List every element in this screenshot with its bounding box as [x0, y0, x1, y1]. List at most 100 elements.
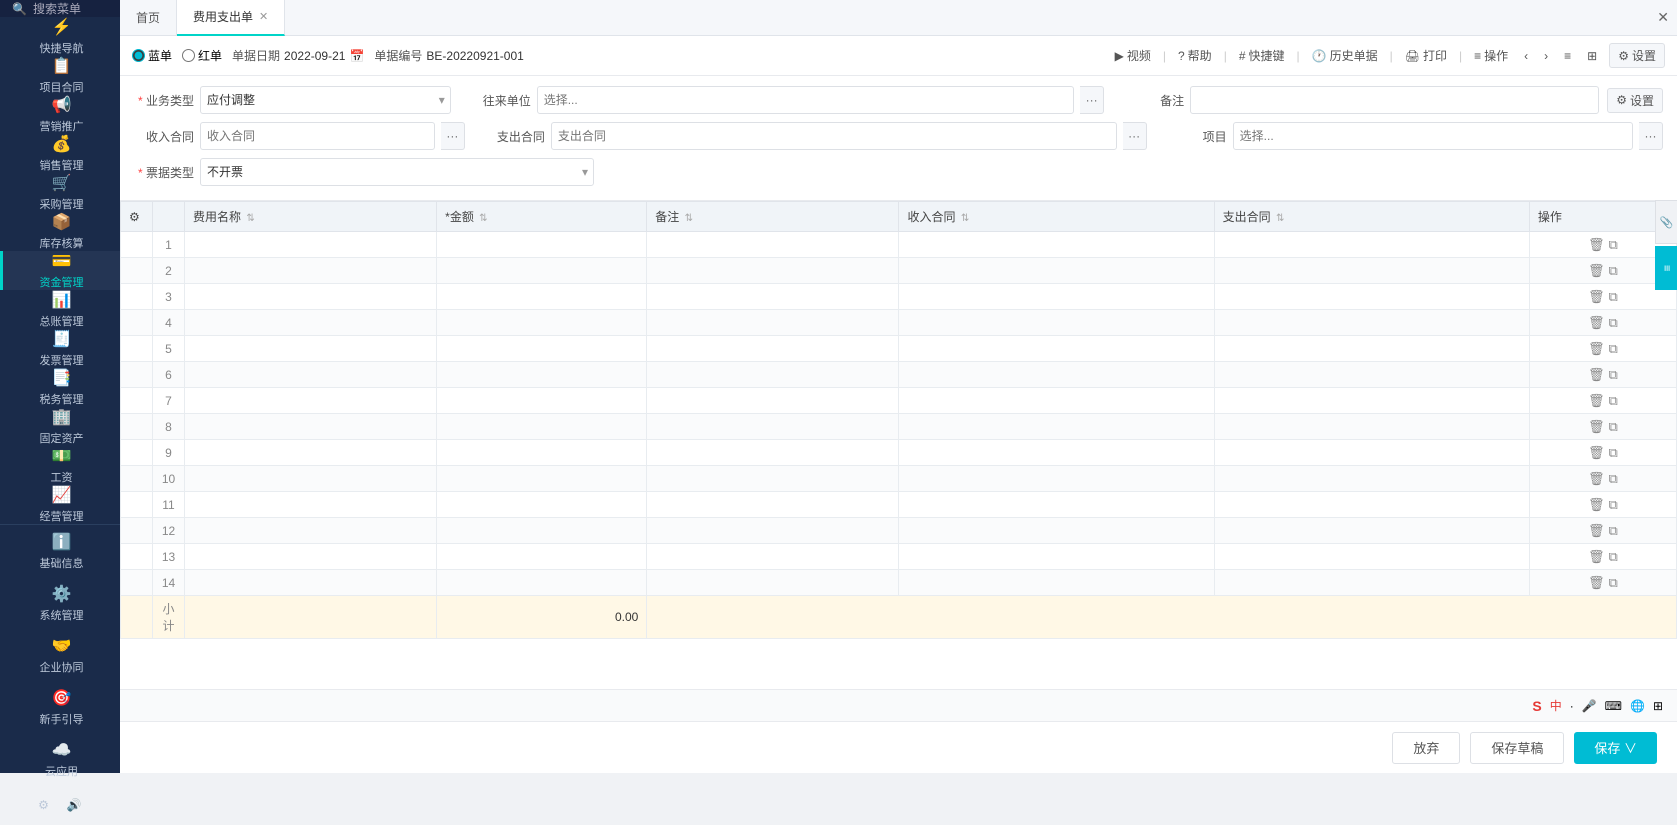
copy-row-icon[interactable]: ⧉: [1609, 575, 1618, 591]
form-settings-button[interactable]: ⚙ 设置: [1607, 88, 1663, 113]
tab-expense[interactable]: 费用支出单 ✕: [177, 0, 285, 36]
amount-cell[interactable]: [437, 492, 647, 518]
income-contract-cell[interactable]: [899, 414, 1214, 440]
remark-input[interactable]: [1190, 86, 1599, 114]
delete-row-icon[interactable]: 🗑: [1588, 263, 1605, 279]
expense-contract-cell[interactable]: [1214, 362, 1529, 388]
copy-row-icon[interactable]: ⧉: [1609, 445, 1618, 461]
expense-contract-cell[interactable]: [1214, 336, 1529, 362]
expense-name-cell[interactable]: [185, 258, 437, 284]
ime-mic-icon[interactable]: 🎤: [1582, 699, 1597, 713]
amount-cell[interactable]: [437, 570, 647, 596]
income-contract-cell[interactable]: [899, 492, 1214, 518]
delete-row-icon[interactable]: 🗑: [1588, 367, 1605, 383]
income-contract-cell[interactable]: [899, 232, 1214, 258]
income-contract-cell[interactable]: [899, 518, 1214, 544]
history-btn[interactable]: 🕐 历史单据: [1308, 45, 1382, 66]
copy-row-icon[interactable]: ⧉: [1609, 471, 1618, 487]
copy-row-icon[interactable]: ⧉: [1609, 523, 1618, 539]
amount-cell[interactable]: [437, 544, 647, 570]
remark-cell[interactable]: [647, 284, 899, 310]
expense-contract-cell[interactable]: [1214, 310, 1529, 336]
right-panel-attachment-btn[interactable]: 📎: [1655, 200, 1677, 244]
tab-home[interactable]: 首页: [120, 0, 177, 36]
income-contract-cell[interactable]: [899, 310, 1214, 336]
sidebar-item-project-contract[interactable]: 📋 项目合同: [0, 56, 120, 95]
remark-cell[interactable]: [647, 414, 899, 440]
sidebar-item-inventory[interactable]: 📦 库存核算: [0, 212, 120, 251]
calendar-icon[interactable]: 📅: [349, 49, 364, 63]
expense-contract-cell[interactable]: [1214, 440, 1529, 466]
remark-cell[interactable]: [647, 336, 899, 362]
copy-row-icon[interactable]: ⧉: [1609, 237, 1618, 253]
copy-row-icon[interactable]: ⧉: [1609, 497, 1618, 513]
remark-cell[interactable]: [647, 544, 899, 570]
draft-button[interactable]: 保存草稿: [1470, 732, 1564, 764]
amount-cell[interactable]: [437, 466, 647, 492]
sidebar-item-business[interactable]: 📈 经营管理: [0, 485, 120, 524]
copy-row-icon[interactable]: ⧉: [1609, 393, 1618, 409]
delete-row-icon[interactable]: 🗑: [1588, 549, 1605, 565]
ime-emoji-icon[interactable]: 🌐: [1630, 699, 1645, 713]
project-input[interactable]: [1233, 122, 1633, 150]
expense-name-cell[interactable]: [185, 570, 437, 596]
expense-contract-cell[interactable]: [1214, 388, 1529, 414]
delete-row-icon[interactable]: 🗑: [1588, 445, 1605, 461]
remark-cell[interactable]: [647, 440, 899, 466]
partner-input[interactable]: [537, 86, 1074, 114]
remark-cell[interactable]: [647, 310, 899, 336]
sidebar-item-system[interactable]: ⚙️ 系统管理: [0, 577, 120, 629]
delete-row-icon[interactable]: 🗑: [1588, 315, 1605, 331]
sort-arrows-icon[interactable]: ⇅: [246, 213, 254, 224]
amount-cell[interactable]: [437, 310, 647, 336]
expense-contract-ellipsis-btn[interactable]: ···: [1123, 122, 1147, 150]
remark-cell[interactable]: [647, 570, 899, 596]
income-contract-cell[interactable]: [899, 362, 1214, 388]
expense-contract-cell[interactable]: [1214, 414, 1529, 440]
amount-cell[interactable]: [437, 336, 647, 362]
expense-name-cell[interactable]: [185, 284, 437, 310]
sidebar-item-cloud-apps[interactable]: ☁️ 云应用: [0, 733, 120, 785]
income-contract-cell[interactable]: [899, 570, 1214, 596]
expense-name-cell[interactable]: [185, 414, 437, 440]
expense-contract-cell[interactable]: [1214, 544, 1529, 570]
income-contract-cell[interactable]: [899, 336, 1214, 362]
right-panel-active-btn[interactable]: ≡: [1655, 246, 1677, 290]
ime-grid-icon[interactable]: ⊞: [1653, 699, 1663, 713]
copy-row-icon[interactable]: ⧉: [1609, 289, 1618, 305]
income-contract-cell[interactable]: [899, 388, 1214, 414]
income-contract-cell[interactable]: [899, 466, 1214, 492]
operations-btn[interactable]: ≡ 操作: [1470, 45, 1512, 66]
expense-contract-cell[interactable]: [1214, 570, 1529, 596]
remark-cell[interactable]: [647, 466, 899, 492]
copy-row-icon[interactable]: ⧉: [1609, 315, 1618, 331]
income-contract-cell[interactable]: [899, 544, 1214, 570]
sidebar-item-quick-nav[interactable]: ⚡ 快捷导航: [0, 17, 120, 56]
sidebar-volume-icon[interactable]: 🔊: [67, 798, 82, 812]
delete-row-icon[interactable]: 🗑: [1588, 471, 1605, 487]
sidebar-item-invoice[interactable]: 🧾 发票管理: [0, 329, 120, 368]
remark-cell[interactable]: [647, 258, 899, 284]
business-type-select[interactable]: 应付调整: [200, 86, 451, 114]
discard-button[interactable]: 放弃: [1392, 732, 1460, 764]
remark-cell[interactable]: [647, 492, 899, 518]
income-contract-cell[interactable]: [899, 284, 1214, 310]
expense-contract-input[interactable]: [551, 122, 1117, 150]
print-btn[interactable]: 🖨 打印: [1401, 45, 1451, 66]
radio-red[interactable]: [182, 49, 195, 62]
amount-cell[interactable]: [437, 388, 647, 414]
expense-name-cell[interactable]: [185, 492, 437, 518]
amount-cell[interactable]: [437, 440, 647, 466]
copy-row-icon[interactable]: ⧉: [1609, 341, 1618, 357]
partner-ellipsis-btn[interactable]: ···: [1080, 86, 1104, 114]
sidebar-item-basic-info[interactable]: ℹ️ 基础信息: [0, 525, 120, 577]
expense-contract-cell[interactable]: [1214, 492, 1529, 518]
amount-cell[interactable]: [437, 232, 647, 258]
expense-contract-cell[interactable]: [1214, 284, 1529, 310]
save-button[interactable]: 保存 ∨: [1574, 732, 1657, 764]
remark-cell[interactable]: [647, 232, 899, 258]
sidebar-item-accounting[interactable]: 📊 总账管理: [0, 290, 120, 329]
sidebar-item-purchase[interactable]: 🛒 采购管理: [0, 173, 120, 212]
expense-name-cell[interactable]: [185, 440, 437, 466]
shortcuts-btn[interactable]: # 快捷键: [1235, 45, 1289, 66]
